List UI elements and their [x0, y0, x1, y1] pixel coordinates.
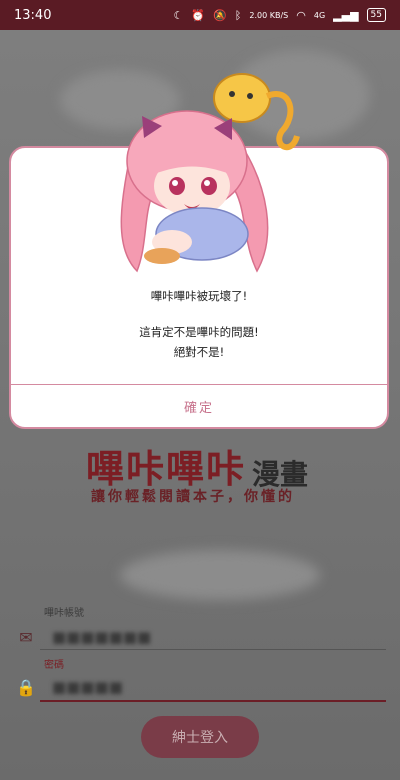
- battery-level: 55: [370, 10, 382, 20]
- dialog-ok-button[interactable]: 確定: [11, 385, 387, 427]
- signal-label: 4G: [313, 10, 326, 20]
- status-time: 13:40: [14, 7, 52, 23]
- lock-icon: 🔒: [16, 677, 36, 697]
- password-field[interactable]: 🔒 ■■■■■: [14, 670, 386, 704]
- account-value[interactable]: ■■■■■■■: [52, 628, 386, 646]
- dialog-line-2: 這肯定不是嗶咔的問題!: [139, 325, 259, 339]
- moon-icon: ☾: [173, 8, 184, 22]
- wifi-icon: ◠: [296, 8, 306, 22]
- status-icons: ☾ ⏰ 🔕 ᛒ 2.00 KB/S ◠ 4G ▂▄▆ 55: [173, 8, 386, 22]
- bg-blur-shape: [120, 550, 320, 600]
- bell-off-icon: 🔕: [213, 8, 227, 22]
- dialog-message: 嗶咔嗶咔被玩壞了! 這肯定不是嗶咔的問題! 絕對不是!: [11, 286, 387, 362]
- dialog-line-3: 絕對不是!: [173, 345, 225, 359]
- password-value[interactable]: ■■■■■: [52, 678, 386, 696]
- account-label: 嗶咔帳號: [44, 608, 84, 619]
- status-bar: 13:40 ☾ ⏰ 🔕 ᛒ 2.00 KB/S ◠ 4G ▂▄▆ 55: [0, 0, 400, 30]
- dialog-line-1: 嗶咔嗶咔被玩壞了!: [150, 289, 248, 303]
- app-title-red: 嗶咔嗶咔: [86, 447, 247, 491]
- mascot-illustration: [120, 73, 300, 273]
- alarm-icon: ⏰: [191, 8, 206, 22]
- password-underline: [40, 700, 386, 702]
- account-underline: [40, 649, 386, 650]
- app-logo-title: 嗶咔嗶咔 漫畫: [86, 438, 308, 493]
- bluetooth-icon: ᛒ: [234, 8, 242, 22]
- mail-icon: ✉: [19, 627, 33, 647]
- login-button[interactable]: 紳士登入: [141, 716, 259, 758]
- battery-icon: 55: [366, 8, 386, 22]
- app-subtitle: 讓你輕鬆閱讀本子，你懂的: [91, 489, 295, 505]
- password-label: 密碼: [44, 660, 64, 671]
- signal-icon: ▂▄▆: [333, 8, 359, 22]
- network-speed: 2.00 KB/S: [249, 10, 289, 20]
